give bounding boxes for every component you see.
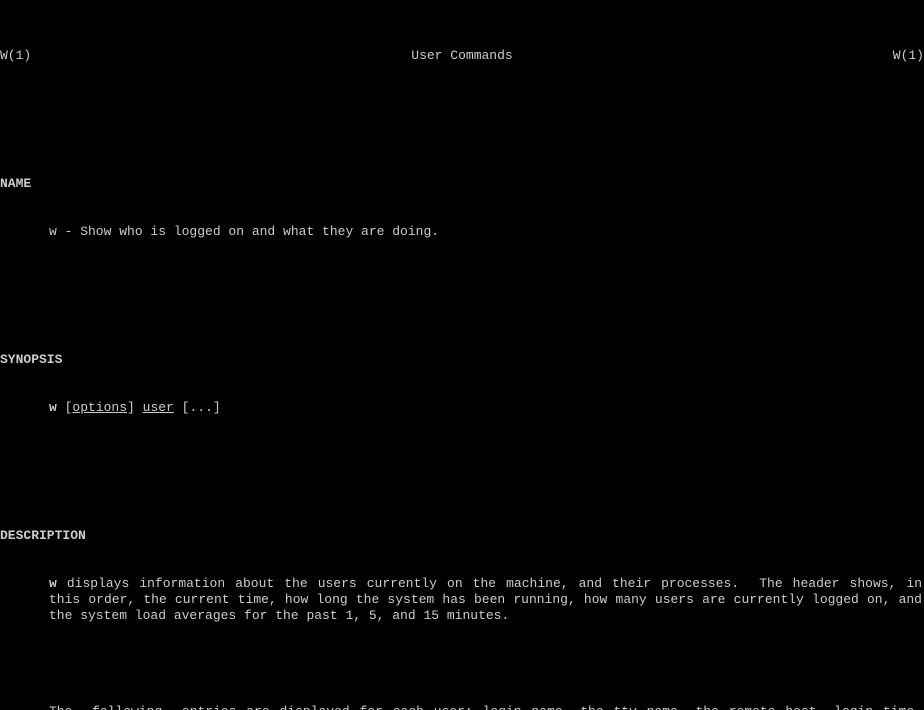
section-synopsis-heading: SYNOPSIS [0, 352, 924, 368]
section-description-heading: DESCRIPTION [0, 528, 924, 544]
synopsis-cmd: w [49, 400, 57, 415]
synopsis-line: w [options] user [...] [0, 400, 924, 416]
spacer [0, 464, 924, 480]
desc-p1-rest: displays information about the users cur… [49, 576, 924, 623]
synopsis-options: options [72, 400, 127, 415]
man-header: W(1) User Commands W(1) [0, 48, 924, 64]
description-p2: The following entries are displayed for … [0, 704, 924, 710]
spacer [0, 656, 924, 672]
desc-p1-lead: w [49, 576, 57, 591]
spacer [0, 112, 924, 128]
spacer [0, 288, 924, 304]
description-p1: w displays information about the users c… [0, 576, 924, 624]
synopsis-user: user [143, 400, 174, 415]
synopsis-tail: [...] [174, 400, 221, 415]
header-center: User Commands [31, 48, 893, 64]
header-left: W(1) [0, 48, 31, 64]
synopsis-open: [ [57, 400, 73, 415]
section-name-heading: NAME [0, 176, 924, 192]
name-text: w - Show who is logged on and what they … [0, 224, 924, 240]
synopsis-close: ] [127, 400, 143, 415]
man-page: W(1) User Commands W(1) NAME w - Show wh… [0, 0, 924, 710]
header-right: W(1) [893, 48, 924, 64]
